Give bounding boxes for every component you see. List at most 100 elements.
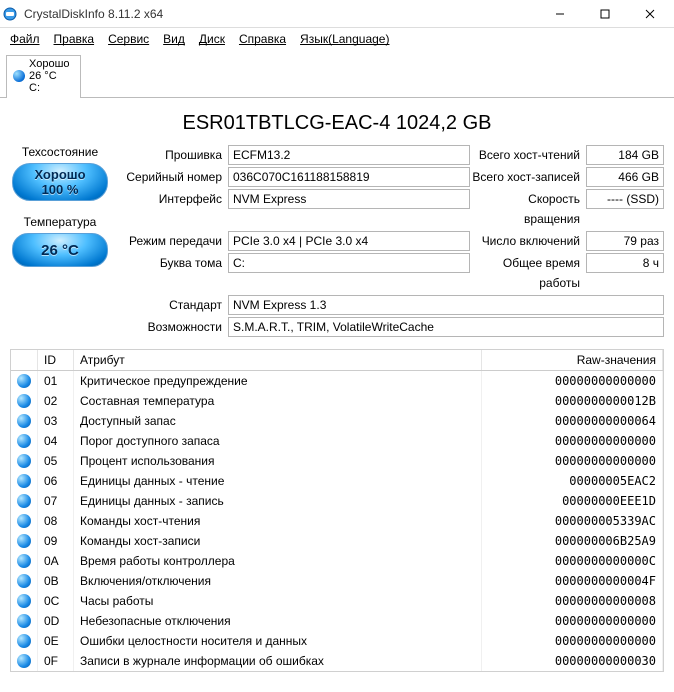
table-row[interactable]: 0EОшибки целостности носителя и данных00… [11,631,663,651]
table-row[interactable]: 05Процент использования00000000000000 [11,451,663,471]
row-raw: 00000000000000 [481,371,662,391]
row-id: 0E [38,631,74,651]
status-orb-icon [17,514,31,528]
rpm-label: Скорость вращения [470,189,586,229]
drive-letter-value: C: [228,253,470,273]
table-row[interactable]: 0AВремя работы контроллера0000000000000C [11,551,663,571]
row-raw: 00000000000000 [481,611,662,631]
row-raw: 00000000EEE1D [481,491,662,511]
header-raw[interactable]: Raw-значения [481,350,662,371]
row-raw: 000000006B25A9 [481,531,662,551]
transfer-value: PCIe 3.0 x4 | PCIe 3.0 x4 [228,231,470,251]
interface-value: NVM Express [228,189,470,209]
host-writes-value: 466 GB [586,167,664,187]
smart-table: ID Атрибут Raw-значения 01Критическое пр… [10,349,664,672]
menu-edit[interactable]: Правка [54,32,95,46]
table-row[interactable]: 08Команды хост-чтения000000005339AC [11,511,663,531]
table-row[interactable]: 07Единицы данных - запись00000000EEE1D [11,491,663,511]
row-attribute: Единицы данных - чтение [74,471,482,491]
features-value: S.M.A.R.T., TRIM, VolatileWriteCache [228,317,664,337]
app-icon [2,6,18,22]
row-id: 0A [38,551,74,571]
close-button[interactable] [627,0,672,28]
row-attribute: Время работы контроллера [74,551,482,571]
table-row[interactable]: 09Команды хост-записи000000006B25A9 [11,531,663,551]
temperature-value: 26 °C [41,242,79,259]
status-orb-icon [17,454,31,468]
row-id: 07 [38,491,74,511]
minimize-button[interactable] [537,0,582,28]
firmware-value: ECFM13.2 [228,145,470,165]
menu-help[interactable]: Справка [239,32,286,46]
row-attribute: Часы работы [74,591,482,611]
serial-value: 036C070C161188158819 [228,167,470,187]
menu-view[interactable]: Вид [163,32,185,46]
health-percent: 100 % [42,182,79,197]
row-id: 04 [38,431,74,451]
table-row[interactable]: 01Критическое предупреждение000000000000… [11,371,663,391]
row-raw: 00000000000064 [481,411,662,431]
health-pill[interactable]: Хорошо 100 % [12,163,108,201]
row-raw: 0000000000004F [481,571,662,591]
menu-disk[interactable]: Диск [199,32,225,46]
status-orb-icon [17,414,31,428]
row-attribute: Составная температура [74,391,482,411]
status-orb-icon [17,394,31,408]
health-label: Техсостояние [22,145,98,159]
temperature-label: Температура [24,215,97,229]
row-id: 05 [38,451,74,471]
status-orb-icon [17,594,31,608]
transfer-label: Режим передачи [118,231,228,251]
header-status[interactable] [11,350,38,371]
row-attribute: Доступный запас [74,411,482,431]
health-status: Хорошо [34,167,85,182]
features-label: Возможности [118,317,228,337]
status-orb-icon [17,554,31,568]
table-row[interactable]: 0DНебезопасные отключения00000000000000 [11,611,663,631]
titlebar: CrystalDiskInfo 8.11.2 x64 [0,0,674,28]
row-id: 01 [38,371,74,391]
row-raw: 00000005EAC2 [481,471,662,491]
row-raw: 00000000000008 [481,591,662,611]
firmware-label: Прошивка [118,145,228,165]
drive-tab[interactable]: Хорошо 26 °C C: [6,55,81,98]
row-raw: 0000000000012B [481,391,662,411]
row-id: 0D [38,611,74,631]
row-raw: 00000000000000 [481,431,662,451]
standard-label: Стандарт [118,295,228,315]
serial-label: Серийный номер [118,167,228,187]
interface-label: Интерфейс [118,189,228,229]
tab-status: Хорошо [29,58,70,70]
row-attribute: Включения/отключения [74,571,482,591]
header-id[interactable]: ID [38,350,74,371]
menu-service[interactable]: Сервис [108,32,149,46]
drive-tabs: Хорошо 26 °C C: [0,54,674,98]
row-attribute: Небезопасные отключения [74,611,482,631]
window-title: CrystalDiskInfo 8.11.2 x64 [24,7,537,21]
row-attribute: Единицы данных - запись [74,491,482,511]
table-row[interactable]: 0CЧасы работы00000000000008 [11,591,663,611]
host-reads-value: 184 GB [586,145,664,165]
maximize-button[interactable] [582,0,627,28]
row-raw: 00000000000000 [481,631,662,651]
menu-language[interactable]: Язык(Language) [300,32,389,46]
header-attribute[interactable]: Атрибут [74,350,482,371]
table-row[interactable]: 0FЗаписи в журнале информации об ошибках… [11,651,663,671]
status-orb-icon [17,654,31,668]
status-orb-icon [17,494,31,508]
status-orb-icon [17,574,31,588]
table-row[interactable]: 0BВключения/отключения0000000000004F [11,571,663,591]
rpm-value: ---- (SSD) [586,189,664,209]
menubar: Файл Правка Сервис Вид Диск Справка Язык… [0,28,674,52]
menu-file[interactable]: Файл [10,32,40,46]
row-raw: 00000000000000 [481,451,662,471]
table-row[interactable]: 06Единицы данных - чтение00000005EAC2 [11,471,663,491]
host-reads-label: Всего хост-чтений [470,145,586,165]
table-row[interactable]: 02Составная температура0000000000012B [11,391,663,411]
temperature-pill[interactable]: 26 °C [12,233,108,267]
row-raw: 0000000000000C [481,551,662,571]
row-attribute: Порог доступного запаса [74,431,482,451]
table-row[interactable]: 03Доступный запас00000000000064 [11,411,663,431]
table-row[interactable]: 04Порог доступного запаса00000000000000 [11,431,663,451]
status-orb-icon [17,474,31,488]
